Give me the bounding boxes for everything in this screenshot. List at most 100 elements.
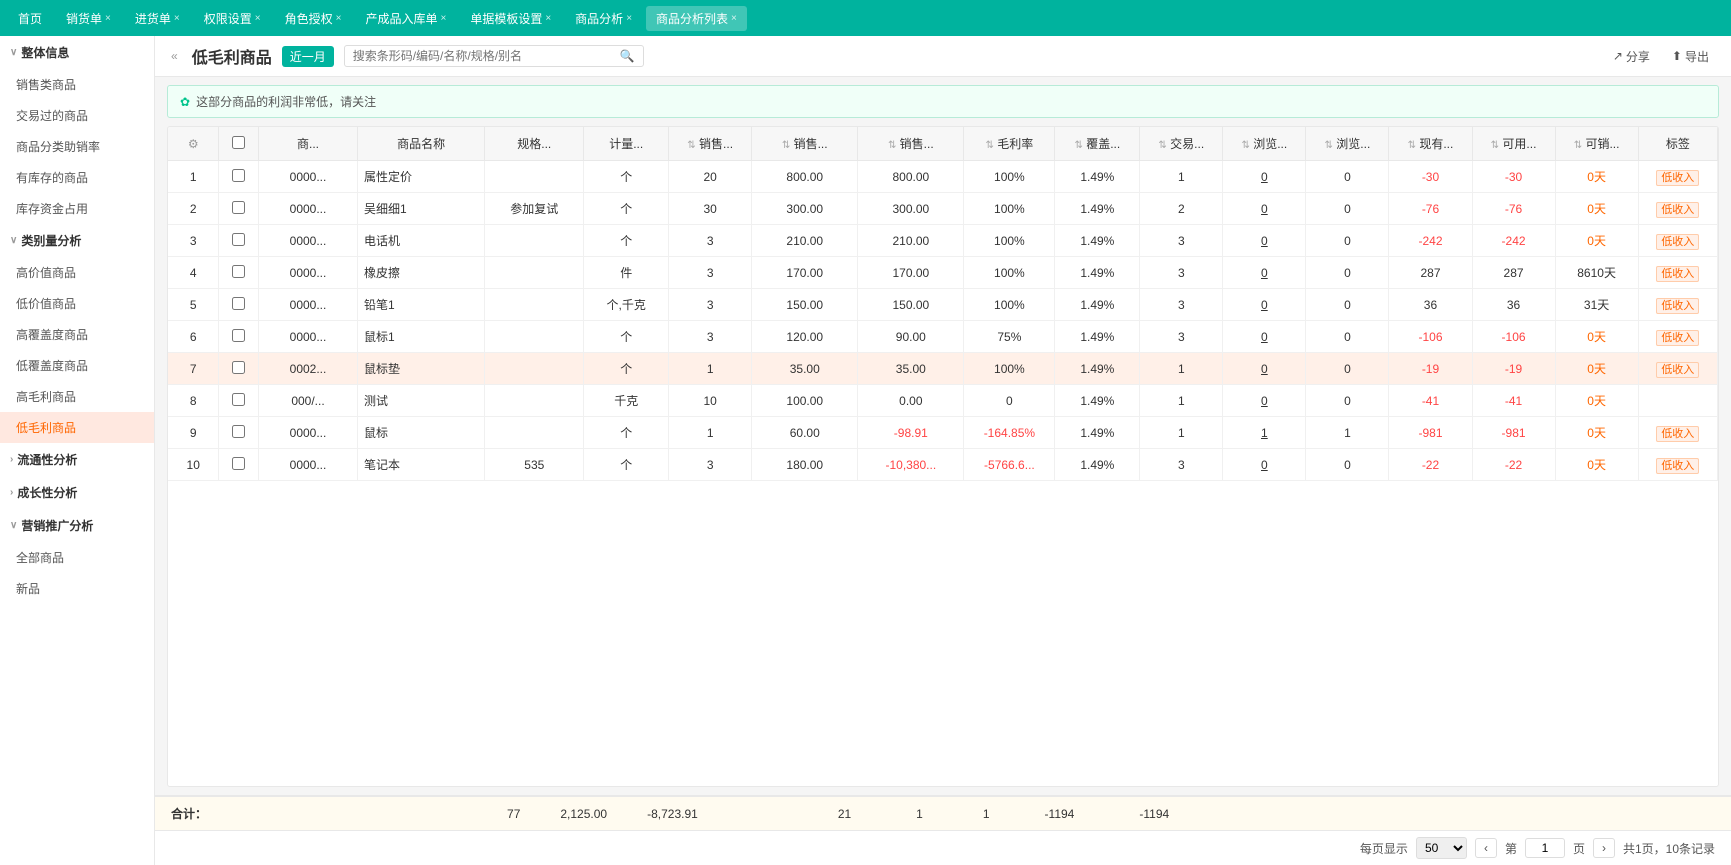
nav-item-role[interactable]: 角色授权 × [275, 6, 352, 31]
row-sale-amount: 0.00 [858, 385, 964, 417]
nav-close-template[interactable]: × [545, 13, 551, 24]
row-checkbox-cell[interactable] [219, 225, 259, 257]
search-input[interactable] [353, 49, 620, 63]
row-name: 属性定价 [358, 161, 485, 193]
nav-close-analysis[interactable]: × [626, 13, 632, 24]
row-checkbox-cell[interactable] [219, 161, 259, 193]
settings-icon[interactable]: ⚙ [188, 137, 199, 151]
row-checkbox[interactable] [232, 169, 245, 182]
row-gross-rate: -5766.6... [964, 449, 1055, 481]
row-view1[interactable]: 0 [1223, 225, 1306, 257]
nav-item-product[interactable]: 产成品入库单 × [355, 6, 456, 31]
row-view1[interactable]: 0 [1223, 193, 1306, 225]
row-view1[interactable]: 0 [1223, 289, 1306, 321]
row-view1[interactable]: 0 [1223, 161, 1306, 193]
sidebar-item-new-goods[interactable]: 新品 [0, 573, 154, 604]
row-view1[interactable]: 0 [1223, 353, 1306, 385]
row-checkbox-cell[interactable] [219, 321, 259, 353]
nav-item-analysis-list[interactable]: 商品分析列表 × [646, 6, 747, 31]
row-checkbox-cell[interactable] [219, 417, 259, 449]
time-tag-button[interactable]: 近一月 [282, 46, 334, 67]
next-page-btn[interactable]: › [1593, 838, 1615, 858]
sidebar-item-low-coverage[interactable]: 低覆盖度商品 [0, 350, 154, 381]
row-spec [485, 321, 584, 353]
sidebar-item-high-profit[interactable]: 高毛利商品 [0, 381, 154, 412]
export-button[interactable]: ⬆ 导出 [1666, 45, 1715, 68]
sidebar-group-category[interactable]: ∨ 类别量分析 [0, 224, 154, 257]
nav-item-perm[interactable]: 权限设置 × [194, 6, 271, 31]
nav-close-sales[interactable]: × [105, 13, 111, 24]
row-tag: 低收入 [1638, 449, 1717, 481]
nav-item-template[interactable]: 单据模板设置 × [460, 6, 561, 31]
share-button[interactable]: ↗ 分享 [1607, 45, 1656, 68]
row-spec [485, 257, 584, 289]
sidebar-item-stock-goods[interactable]: 有库存的商品 [0, 162, 154, 193]
row-checkbox[interactable] [232, 457, 245, 470]
row-checkbox[interactable] [232, 265, 245, 278]
select-all-checkbox[interactable] [232, 136, 245, 149]
row-saleable: 0天 [1555, 417, 1638, 449]
prev-page-btn[interactable]: ‹ [1475, 838, 1497, 858]
nav-close-product[interactable]: × [440, 13, 446, 24]
nav-close-analysis-list[interactable]: × [731, 13, 737, 24]
row-tag: 低收入 [1638, 161, 1717, 193]
row-view1[interactable]: 0 [1223, 321, 1306, 353]
row-code: 0000... [259, 321, 358, 353]
th-settings[interactable]: ⚙ [168, 127, 219, 161]
row-checkbox[interactable] [232, 233, 245, 246]
row-num: 10 [168, 449, 219, 481]
row-view1[interactable]: 0 [1223, 449, 1306, 481]
row-checkbox[interactable] [232, 329, 245, 342]
row-checkbox-cell[interactable] [219, 353, 259, 385]
footer-view1: 1 [916, 807, 923, 821]
row-coverage: 1.49% [1055, 225, 1140, 257]
row-tag: 低收入 [1638, 193, 1717, 225]
row-num: 3 [168, 225, 219, 257]
nav-item-home[interactable]: 首页 [8, 6, 52, 31]
sidebar-group-marketing[interactable]: ∨ 营销推广分析 [0, 509, 154, 542]
nav-item-sales[interactable]: 销货单 × [56, 6, 121, 31]
sidebar-item-category-rate[interactable]: 商品分类助销率 [0, 131, 154, 162]
row-view1[interactable]: 0 [1223, 257, 1306, 289]
row-view1[interactable]: 1 [1223, 417, 1306, 449]
row-saleable: 0天 [1555, 225, 1638, 257]
nav-close-perm[interactable]: × [255, 13, 261, 24]
row-checkbox[interactable] [232, 297, 245, 310]
row-gross-rate: -164.85% [964, 417, 1055, 449]
sidebar-item-high-value[interactable]: 高价值商品 [0, 257, 154, 288]
row-checkbox[interactable] [232, 393, 245, 406]
row-checkbox-cell[interactable] [219, 193, 259, 225]
collapse-icon-circulation: › [10, 454, 13, 465]
row-checkbox-cell[interactable] [219, 449, 259, 481]
row-view1[interactable]: 0 [1223, 385, 1306, 417]
row-checkbox[interactable] [232, 425, 245, 438]
sidebar-item-sales-goods[interactable]: 销售类商品 [0, 69, 154, 100]
nav-item-analysis[interactable]: 商品分析 × [565, 6, 642, 31]
nav-item-purchase[interactable]: 进货单 × [125, 6, 190, 31]
sidebar-item-low-profit[interactable]: 低毛利商品 [0, 412, 154, 443]
search-icon[interactable]: 🔍 [620, 49, 635, 63]
row-sale-price: 180.00 [752, 449, 858, 481]
row-sale-price: 300.00 [752, 193, 858, 225]
per-page-select[interactable]: 50 100 200 [1416, 837, 1467, 859]
sidebar-item-high-coverage[interactable]: 高覆盖度商品 [0, 319, 154, 350]
page-input[interactable] [1525, 838, 1565, 858]
sidebar-group-circulation[interactable]: › 流通性分析 [0, 443, 154, 476]
sidebar-item-low-value[interactable]: 低价值商品 [0, 288, 154, 319]
table-row: 10000...属性定价个20800.00800.00100%1.49%100-… [168, 161, 1718, 193]
sidebar-item-all-goods[interactable]: 全部商品 [0, 542, 154, 573]
sidebar-collapse-btn[interactable]: « [171, 49, 178, 63]
row-code: 000/... [259, 385, 358, 417]
row-checkbox-cell[interactable] [219, 289, 259, 321]
row-checkbox-cell[interactable] [219, 257, 259, 289]
row-view2: 1 [1306, 417, 1389, 449]
row-checkbox[interactable] [232, 361, 245, 374]
nav-close-purchase[interactable]: × [174, 13, 180, 24]
sidebar-item-traded-goods[interactable]: 交易过的商品 [0, 100, 154, 131]
sidebar-item-stock-capital[interactable]: 库存资金占用 [0, 193, 154, 224]
row-checkbox[interactable] [232, 201, 245, 214]
nav-close-role[interactable]: × [336, 13, 342, 24]
sidebar-group-growth[interactable]: › 成长性分析 [0, 476, 154, 509]
sidebar-group-overall[interactable]: ∨ 整体信息 [0, 36, 154, 69]
row-checkbox-cell[interactable] [219, 385, 259, 417]
